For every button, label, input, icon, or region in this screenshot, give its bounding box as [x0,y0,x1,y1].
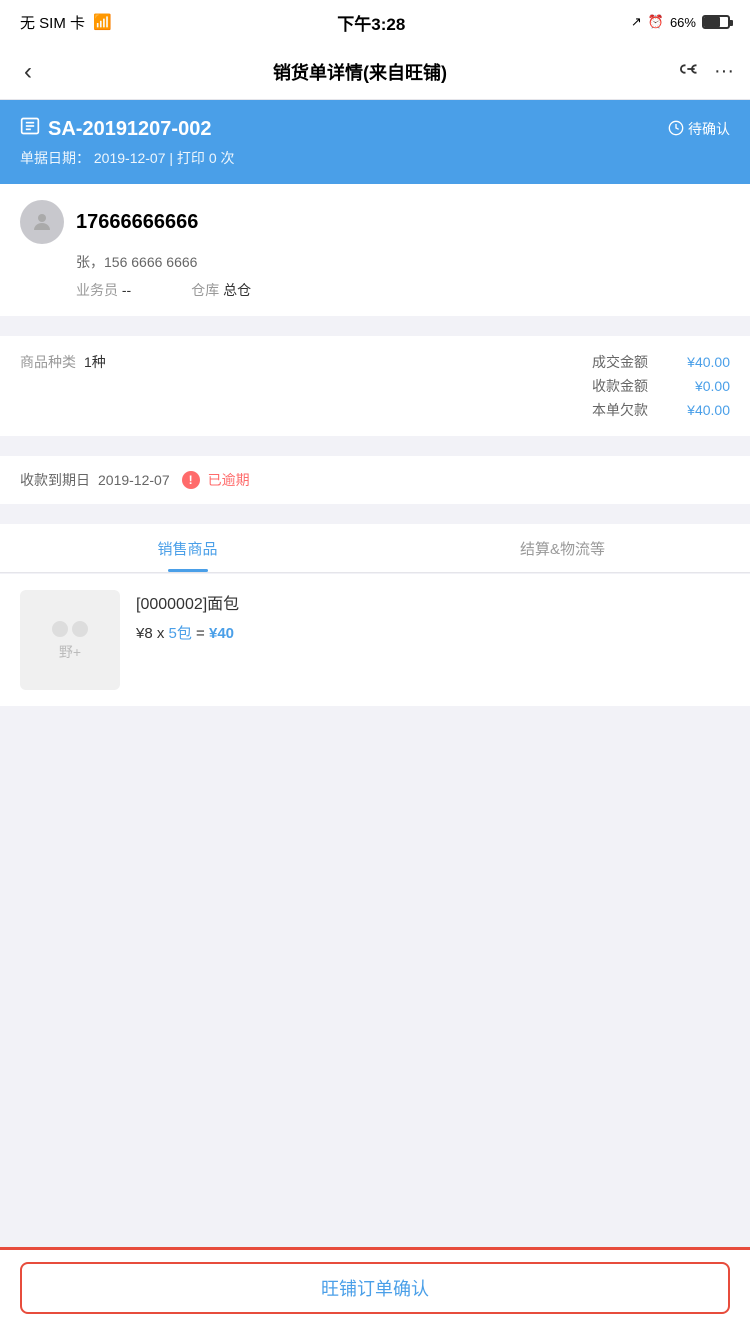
order-date-meta: 单据日期： 2019-12-07 | 打印 0 次 [20,148,730,168]
carrier-text: 无 SIM 卡 [20,12,85,33]
divider-2 [0,446,750,456]
product-details: [0000002]面包 ¥8 x 5包 = ¥40 [136,590,730,643]
price-separator: = [192,625,209,642]
product-logo: 野+ [40,607,100,674]
product-total: ¥40 [209,625,234,642]
nav-actions: ··· [680,58,734,86]
order-id: SA-20191207-002 [20,116,211,142]
svg-text:野+: 野+ [59,644,81,660]
status-bar: 无 SIM 卡 📶 下午3:28 ↗ ⏰ 66% [0,0,750,44]
alarm-icon: ⏰ [648,14,664,30]
deal-amount-value: ¥40.00 [660,354,730,370]
customer-section: 17666666666 张，156 6666 6666 业务员 -- 仓库 总仓 [0,184,750,316]
received-amount-value: ¥0.00 [660,378,730,394]
product-qty: 5包 [169,625,192,642]
time-display: 下午3:28 [337,10,405,35]
owed-amount-row: 本单欠款 ¥40.00 [592,400,730,420]
owed-amount-label: 本单欠款 [592,400,648,420]
tab-settlement[interactable]: 结算&物流等 [375,524,750,572]
battery-percent: 66% [670,15,696,30]
due-date-section: 收款到期日 2019-12-07 ! 已逾期 [0,456,750,504]
tabs-section: 销售商品 结算&物流等 [0,524,750,573]
nav-bar: ‹ 销货单详情(来自旺铺) ··· [0,44,750,100]
product-type-value: 1种 [84,352,106,372]
amount-info: 成交金额 ¥40.00 收款金额 ¥0.00 本单欠款 ¥40.00 [592,352,730,420]
more-icon[interactable]: ··· [714,60,734,83]
due-date-value: 2019-12-07 [98,472,170,488]
received-amount-row: 收款金额 ¥0.00 [592,376,730,396]
page-title: 销货单详情(来自旺铺) [40,59,680,85]
divider-3 [0,514,750,524]
product-thumbnail: 野+ [20,590,120,690]
product-name: [0000002]面包 [136,590,730,614]
warehouse-info: 仓库 总仓 [191,280,251,300]
product-price-row: ¥8 x 5包 = ¥40 [136,622,730,643]
order-header-card: SA-20191207-002 待确认 单据日期： 2019-12-07 | 打… [0,100,750,184]
sales-value: -- [122,282,131,298]
due-date-label: 收款到期日 [20,470,90,490]
tabs-bar: 销售商品 结算&物流等 [0,524,750,572]
location-icon: ↗ [631,14,642,30]
overdue-icon: ! [182,471,200,489]
warehouse-label: 仓库 [191,282,219,298]
tab-sales-product[interactable]: 销售商品 [0,524,375,572]
status-right: ↗ ⏰ 66% [631,14,730,30]
status-left: 无 SIM 卡 📶 [20,12,112,33]
overdue-text: 已逾期 [208,470,250,490]
avatar [20,200,64,244]
product-type-label: 商品种类 [20,352,76,372]
back-button[interactable]: ‹ [16,50,40,94]
product-item: 野+ [0000002]面包 ¥8 x 5包 = ¥40 [0,574,750,706]
deal-amount-row: 成交金额 ¥40.00 [592,352,730,372]
battery-icon [702,15,730,29]
sales-label: 业务员 [76,282,118,298]
order-status-badge: 待确认 [668,119,730,139]
customer-phone-row: 17666666666 [20,200,730,244]
divider-1 [0,326,750,336]
header-top-row: SA-20191207-002 待确认 [20,116,730,142]
deal-amount-label: 成交金额 [592,352,648,372]
confirm-order-button[interactable]: 旺铺订单确认 [20,1262,730,1314]
customer-phone: 17666666666 [76,211,198,234]
unit-price: ¥8 x [136,625,169,642]
confirm-btn-wrapper: 旺铺订单确认 [0,1247,750,1334]
order-icon [20,116,40,142]
customer-meta: 业务员 -- 仓库 总仓 [20,280,730,300]
product-type-info: 商品种类 1种 [20,352,592,372]
summary-section: 商品种类 1种 成交金额 ¥40.00 收款金额 ¥0.00 本单欠款 ¥40.… [0,336,750,436]
warehouse-value: 总仓 [223,282,251,298]
owed-amount-value: ¥40.00 [660,402,730,418]
status-text: 待确认 [688,119,730,139]
wifi-icon: 📶 [93,13,112,31]
share-icon[interactable] [680,58,702,86]
sales-info: 业务员 -- [76,280,131,300]
clock-icon [668,120,684,139]
received-amount-label: 收款金额 [592,376,648,396]
customer-name: 张，156 6666 6666 [20,252,730,272]
bottom-space [0,706,750,986]
